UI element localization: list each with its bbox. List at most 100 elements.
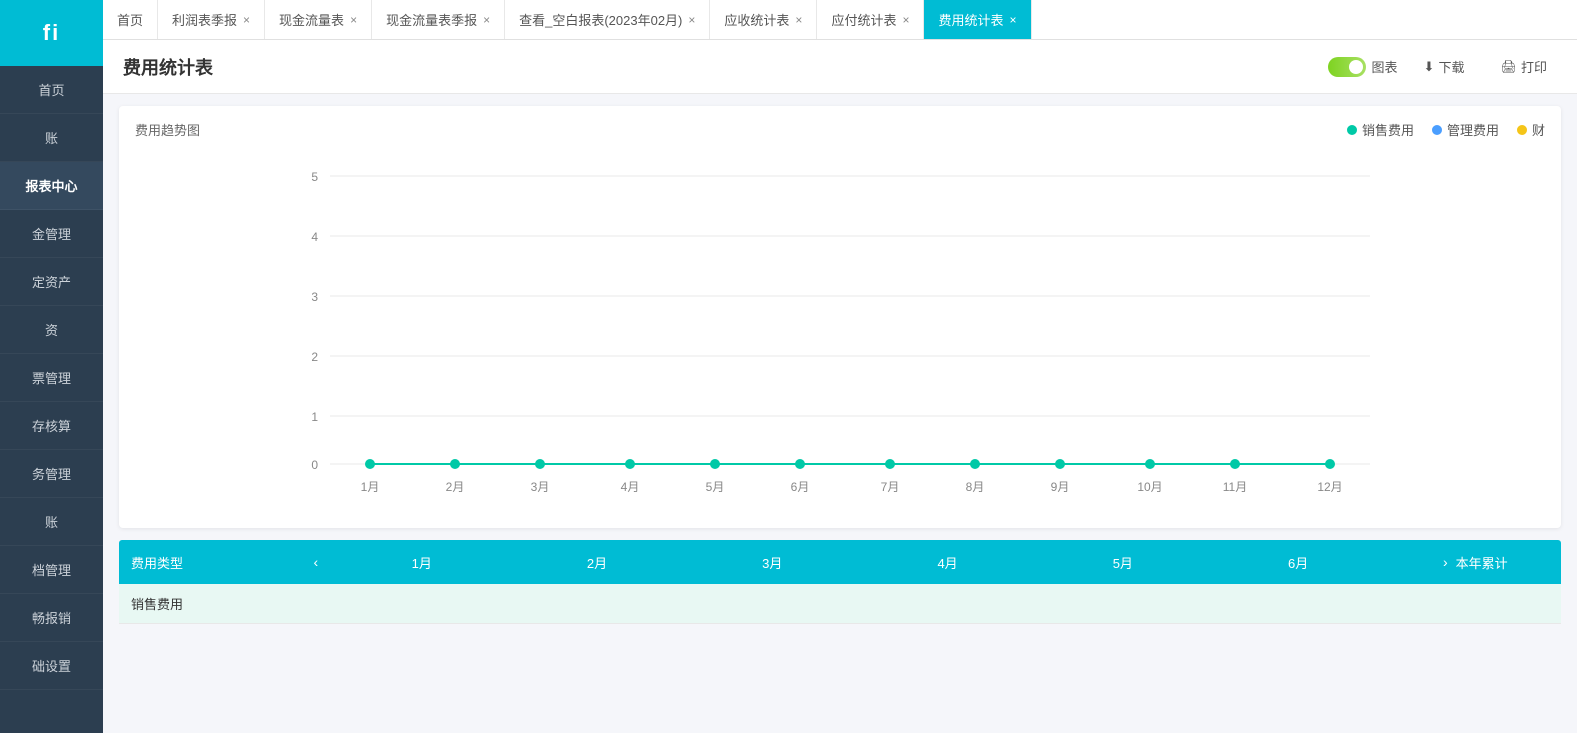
svg-text:8月: 8月 [966, 480, 985, 494]
legend-dot-finance [1517, 125, 1527, 135]
page-title: 费用统计表 [123, 54, 213, 80]
close-icon[interactable]: × [243, 13, 250, 27]
print-icon: 🖨 [1500, 59, 1517, 75]
tab-home-label: 首页 [117, 10, 143, 29]
chart-legend: 销售费用 管理费用 财 [1347, 120, 1545, 139]
sidebar-item-reports[interactable]: 报表中心 [0, 162, 103, 210]
print-button[interactable]: 🖨 打印 [1490, 52, 1557, 81]
chart-toggle-label: 图表 [1328, 57, 1398, 77]
prev-arrow[interactable]: ‹ [309, 554, 322, 570]
legend-dot-mgmt [1432, 125, 1442, 135]
th-month-1: 1月 [334, 553, 509, 572]
svg-text:2月: 2月 [446, 480, 465, 494]
tab-receivable-label: 应收统计表 [724, 10, 789, 29]
tab-blank-report[interactable]: 查看_空白报表(2023年02月) × [505, 0, 710, 39]
table-body: 销售费用 [119, 584, 1561, 733]
svg-text:6月: 6月 [791, 480, 810, 494]
svg-text:7月: 7月 [881, 480, 900, 494]
tab-expense-stats[interactable]: 费用统计表 × [924, 0, 1031, 39]
sidebar-item-inventory[interactable]: 存核算 [0, 402, 103, 450]
sidebar-item-account[interactable]: 账 [0, 114, 103, 162]
close-icon[interactable]: × [795, 13, 802, 27]
tab-bar: 首页 利润表季报 × 现金流量表 × 现金流量表季报 × 查看_空白报表(202… [103, 0, 1577, 40]
tab-payable-label: 应付统计表 [831, 10, 896, 29]
legend-finance-label: 财 [1532, 120, 1545, 139]
close-icon[interactable]: × [688, 13, 695, 27]
th-type-label: 费用类型 [131, 553, 183, 572]
svg-text:4月: 4月 [621, 480, 640, 494]
svg-text:5月: 5月 [706, 480, 725, 494]
sidebar-item-finance[interactable]: 金管理 [0, 210, 103, 258]
th-month-3: 3月 [685, 553, 860, 572]
table-row: 销售费用 [119, 584, 1561, 624]
legend-finance: 财 [1517, 120, 1545, 139]
page-header: 费用统计表 图表 ⬇ 下载 🖨 打印 [103, 40, 1577, 94]
sidebar-item-capital[interactable]: 资 [0, 306, 103, 354]
download-button[interactable]: ⬇ 下载 [1414, 52, 1475, 81]
th-month-2: 2月 [509, 553, 684, 572]
table-header: 费用类型 ‹ 1月 2月 3月 4月 5月 [119, 540, 1561, 584]
tab-receivable[interactable]: 应收统计表 × [710, 0, 817, 39]
tab-cashflow[interactable]: 现金流量表 × [265, 0, 372, 39]
sidebar-item-services[interactable]: 务管理 [0, 450, 103, 498]
sidebar-item-files[interactable]: 档管理 [0, 546, 103, 594]
chart-toggle[interactable] [1328, 57, 1366, 77]
th-month-5-label: 5月 [1113, 553, 1133, 572]
th-month-5: 5月 [1035, 553, 1210, 572]
print-label: 打印 [1521, 57, 1547, 76]
svg-text:9月: 9月 [1051, 480, 1070, 494]
close-icon[interactable]: × [902, 13, 909, 27]
chart-header: 费用趋势图 销售费用 管理费用 财 [135, 120, 1545, 139]
trend-chart: 5 4 3 2 1 0 [135, 151, 1545, 511]
td-type: 销售费用 [119, 594, 334, 613]
tab-cashflow-quarterly[interactable]: 现金流量表季报 × [372, 0, 505, 39]
sidebar-item-tickets[interactable]: 票管理 [0, 354, 103, 402]
svg-text:1: 1 [311, 410, 318, 424]
download-icon: ⬇ [1424, 59, 1435, 75]
svg-text:3: 3 [311, 290, 318, 304]
content-area: 费用统计表 图表 ⬇ 下载 🖨 打印 费用趋势图 [103, 40, 1577, 733]
tab-expense-stats-label: 费用统计表 [938, 10, 1003, 29]
chart-container: 费用趋势图 销售费用 管理费用 财 [119, 106, 1561, 528]
app-logo: fi [0, 0, 103, 66]
svg-text:12月: 12月 [1317, 480, 1342, 494]
tab-profit-quarterly[interactable]: 利润表季报 × [158, 0, 265, 39]
table-section: 费用类型 ‹ 1月 2月 3月 4月 5月 [119, 540, 1561, 733]
th-year-total: › 本年累计 [1386, 553, 1561, 572]
download-label: 下载 [1438, 57, 1464, 76]
legend-sales-label: 销售费用 [1362, 120, 1414, 139]
svg-text:1月: 1月 [361, 480, 380, 494]
sidebar-item-assets[interactable]: 定资产 [0, 258, 103, 306]
tab-cashflow-quarterly-label: 现金流量表季报 [386, 10, 477, 29]
close-icon[interactable]: × [1009, 13, 1016, 27]
svg-text:2: 2 [311, 350, 318, 364]
toggle-text: 图表 [1372, 57, 1398, 76]
th-month-6: 6月 [1210, 553, 1385, 572]
header-actions: 图表 ⬇ 下载 🖨 打印 [1328, 52, 1557, 81]
main-area: 首页 利润表季报 × 现金流量表 × 现金流量表季报 × 查看_空白报表(202… [103, 0, 1577, 733]
svg-text:10月: 10月 [1137, 480, 1162, 494]
th-type: 费用类型 ‹ [119, 553, 334, 572]
tab-profit-quarterly-label: 利润表季报 [172, 10, 237, 29]
th-month-4: 4月 [860, 553, 1035, 572]
close-icon[interactable]: × [483, 13, 490, 27]
svg-text:5: 5 [311, 170, 318, 184]
tab-payable[interactable]: 应付统计表 × [817, 0, 924, 39]
th-month-6-label: 6月 [1288, 553, 1308, 572]
sidebar-item-ledger[interactable]: 账 [0, 498, 103, 546]
svg-text:0: 0 [311, 458, 318, 472]
sidebar-item-settings[interactable]: 础设置 [0, 642, 103, 690]
th-month-3-label: 3月 [762, 553, 782, 572]
chart-svg-wrap: 5 4 3 2 1 0 [135, 151, 1545, 514]
tab-home[interactable]: 首页 [103, 0, 158, 39]
sidebar-item-expense[interactable]: 畅报销 [0, 594, 103, 642]
legend-mgmt: 管理费用 [1432, 120, 1499, 139]
legend-dot-sales [1347, 125, 1357, 135]
next-arrow[interactable]: › [1439, 554, 1452, 570]
svg-text:4: 4 [311, 230, 318, 244]
sidebar: fi 首页 账 报表中心 金管理 定资产 资 票管理 存核算 务管理 账 档管理… [0, 0, 103, 733]
legend-mgmt-label: 管理费用 [1447, 120, 1499, 139]
th-month-2-label: 2月 [587, 553, 607, 572]
sidebar-item-home[interactable]: 首页 [0, 66, 103, 114]
close-icon[interactable]: × [350, 13, 357, 27]
